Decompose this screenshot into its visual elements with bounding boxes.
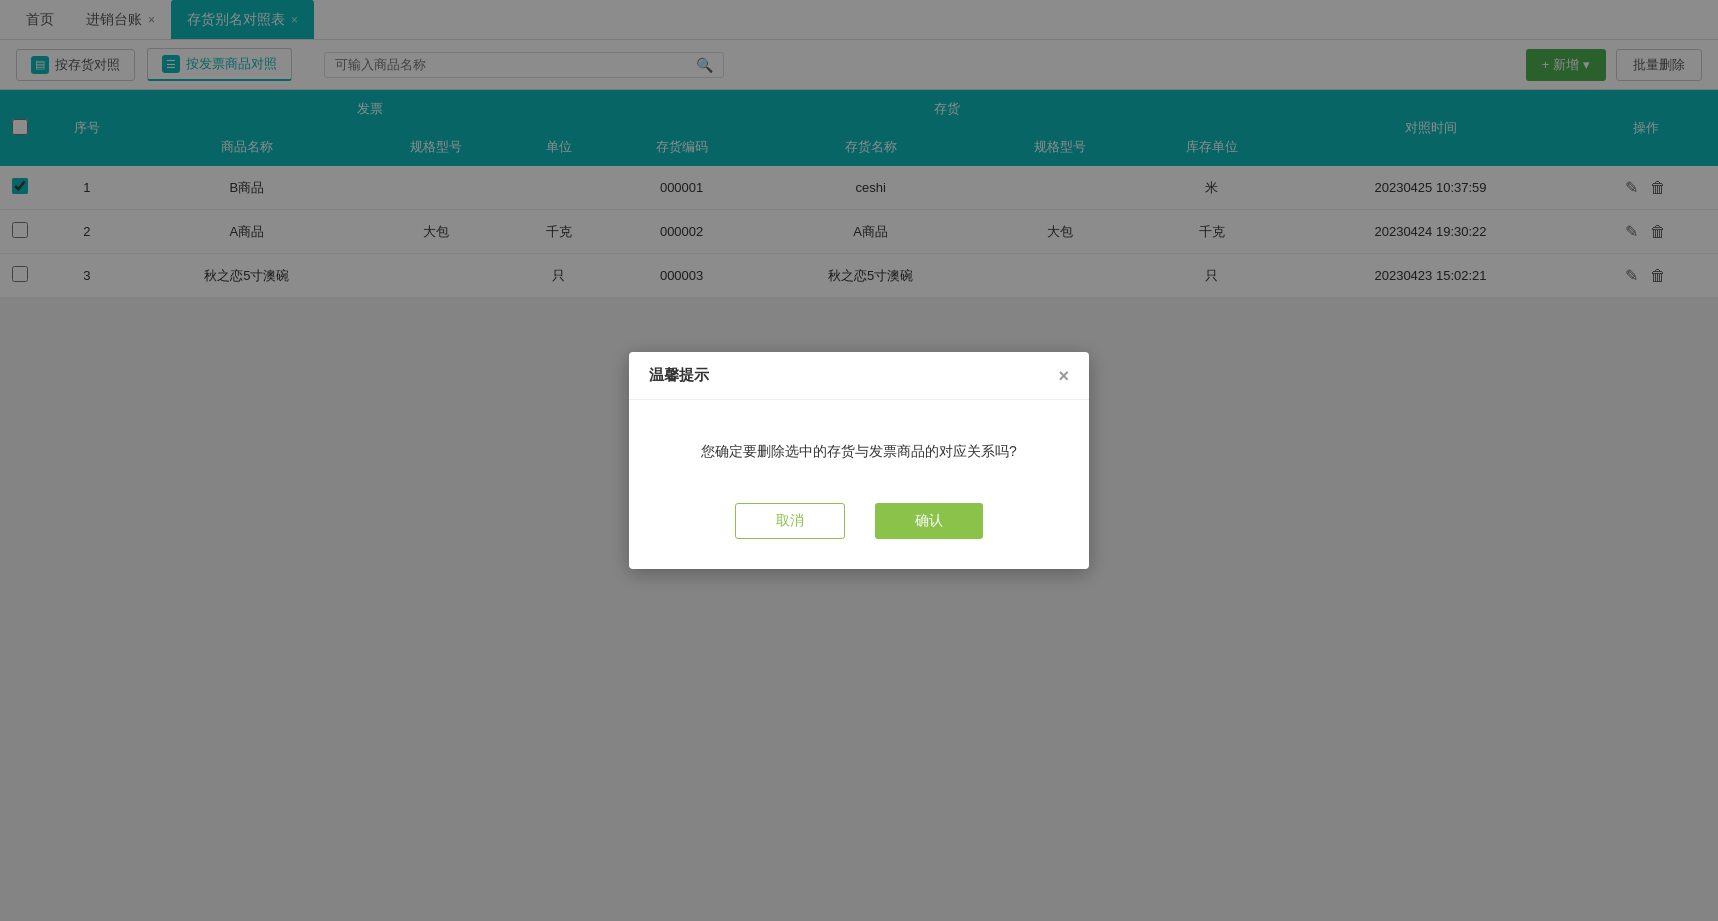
dialog-overlay: 温馨提示 × 您确定要删除选中的存货与发票商品的对应关系吗? 取消 确认 bbox=[0, 0, 1718, 298]
